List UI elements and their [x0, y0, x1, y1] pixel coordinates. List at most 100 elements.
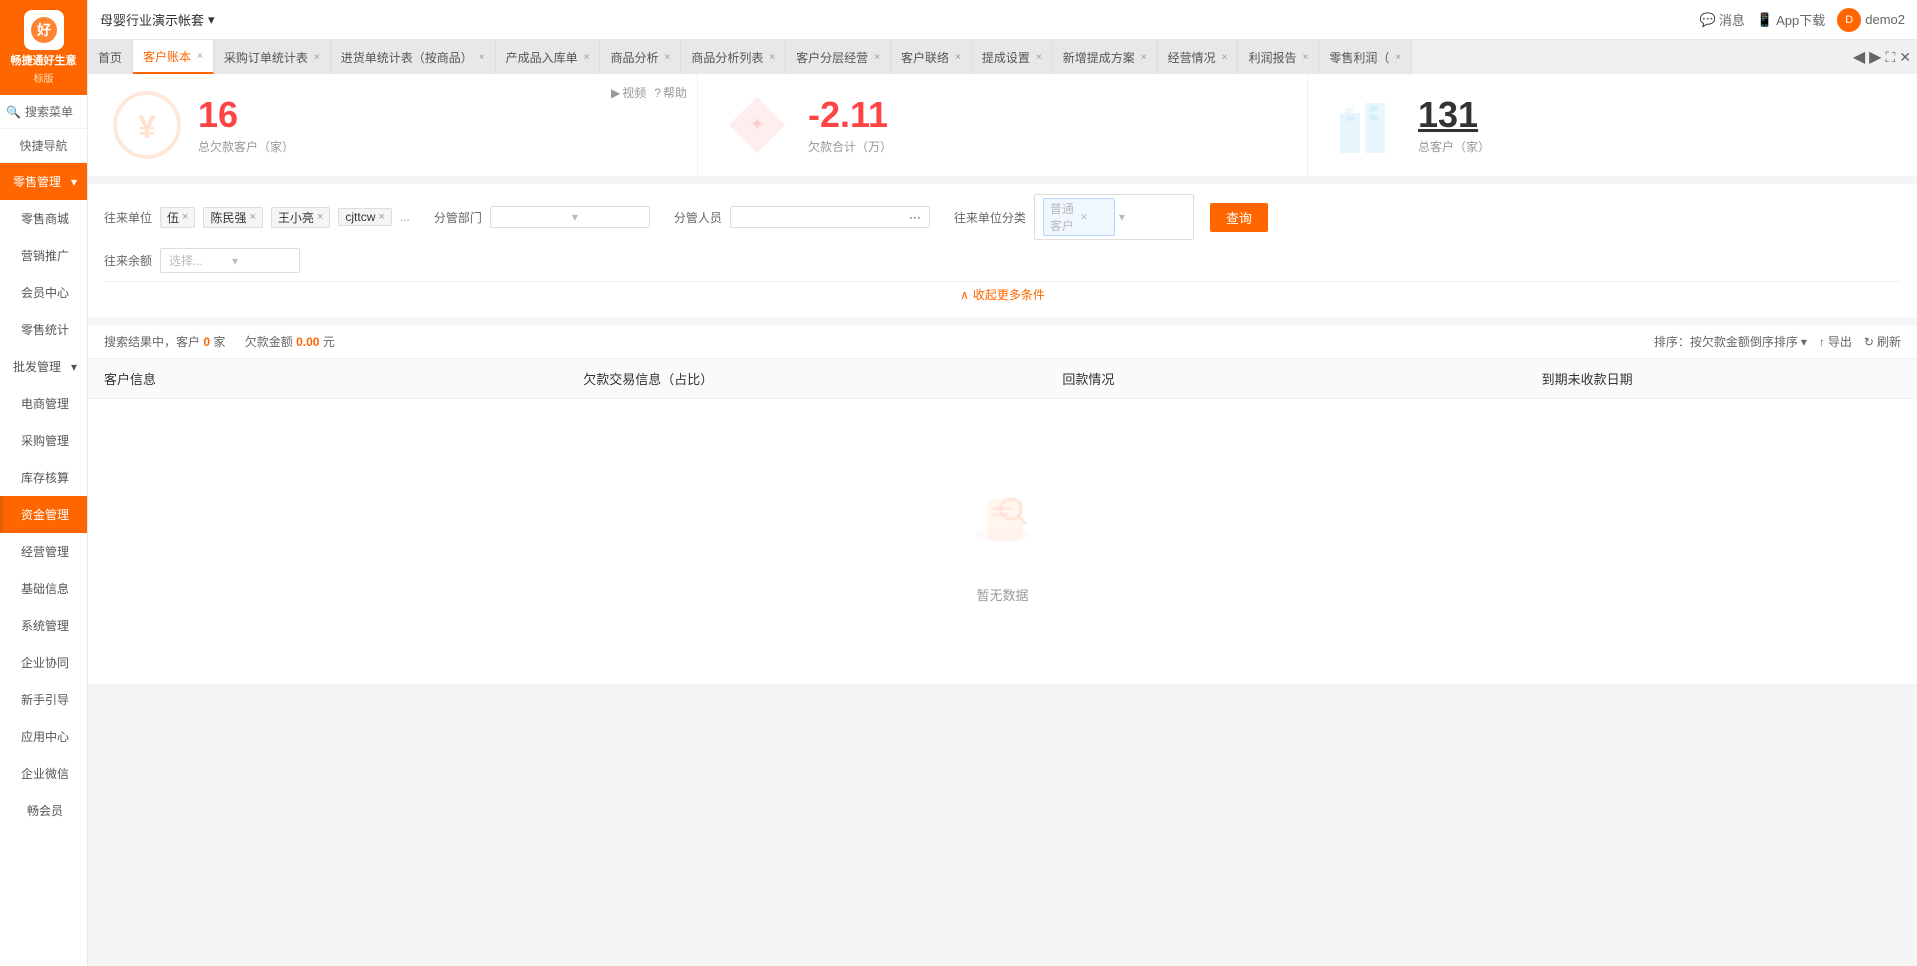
- logo-icon: 好: [30, 16, 58, 44]
- account-selector[interactable]: 母婴行业演示帐套 ▾: [100, 10, 215, 29]
- tab-promotion-settings[interactable]: 提成设置 ×: [972, 40, 1053, 74]
- remove-tag-chen[interactable]: ×: [249, 211, 255, 223]
- video-btn[interactable]: ▶ 视频: [611, 84, 646, 101]
- tabs-next-btn[interactable]: ▶: [1869, 47, 1881, 67]
- sort-select[interactable]: 排序：按欠款金额倒序排序 ▾: [1654, 333, 1807, 350]
- sidebar-item-purchase[interactable]: 采购管理: [0, 422, 87, 459]
- sidebar-item-member[interactable]: 会员中心: [0, 274, 87, 311]
- tab-customer-accounts[interactable]: 客户账本 ×: [133, 40, 214, 74]
- sidebar-item-enterprise[interactable]: 企业协同: [0, 644, 87, 681]
- filter-unitclass-label: 往来单位分类: [954, 209, 1026, 226]
- tab-business-status[interactable]: 经营情况 ×: [1158, 40, 1239, 74]
- message-btn[interactable]: 💬 消息: [1700, 10, 1745, 29]
- sidebar-item-vip[interactable]: 畅会员: [0, 792, 87, 829]
- tab-customer-contact[interactable]: 客户联络 ×: [891, 40, 972, 74]
- collapse-label: 收起更多条件: [973, 286, 1045, 303]
- remove-tag-normal[interactable]: ×: [1080, 210, 1108, 224]
- sidebar-item-system[interactable]: 系统管理: [0, 607, 87, 644]
- sidebar-item-marketing[interactable]: 营销推广: [0, 237, 87, 274]
- tab-label: 提成设置: [982, 49, 1030, 66]
- stat-value-total: 131: [1418, 95, 1893, 135]
- sidebar-item-newbie[interactable]: 新手引导: [0, 681, 87, 718]
- close-icon[interactable]: ×: [1036, 52, 1042, 63]
- filter-tag-normal-customer: 普通客户 ×: [1043, 198, 1115, 236]
- close-icon[interactable]: ×: [1302, 52, 1308, 63]
- close-icon[interactable]: ×: [314, 52, 320, 63]
- export-btn[interactable]: ↑ 导出: [1819, 333, 1852, 350]
- remove-tag-wang[interactable]: ×: [317, 211, 323, 223]
- video-icon: ▶: [611, 86, 620, 100]
- quick-nav-btn[interactable]: 快捷导航: [0, 129, 87, 163]
- more-icon: ···: [909, 210, 921, 224]
- sidebar-item-appcenter[interactable]: 应用中心: [0, 718, 87, 755]
- close-icon[interactable]: ×: [955, 52, 961, 63]
- sidebar-item-finance[interactable]: 资金管理: [0, 496, 87, 533]
- help-btn[interactable]: ? 帮助: [654, 84, 687, 101]
- tab-goods-analysis[interactable]: 商品分析 ×: [600, 40, 681, 74]
- stat-value-overdue: -2.11: [808, 95, 1283, 135]
- sidebar-item-retail-mall[interactable]: 零售商城: [0, 200, 87, 237]
- tab-retail-profit[interactable]: 零售利润（ ×: [1319, 40, 1412, 74]
- tab-product-instock[interactable]: 产成品入库单 ×: [496, 40, 601, 74]
- tab-home[interactable]: 首页: [88, 40, 133, 74]
- account-selector-label: 母婴行业演示帐套: [100, 10, 204, 29]
- tab-profit-report[interactable]: 利润报告 ×: [1238, 40, 1319, 74]
- refresh-btn[interactable]: ↻ 刷新: [1864, 333, 1901, 350]
- user-avatar[interactable]: D demo2: [1837, 8, 1905, 32]
- sidebar-item-operation[interactable]: 经营管理: [0, 533, 87, 570]
- filter-person-select[interactable]: ···: [730, 206, 930, 228]
- remove-tag-wu[interactable]: ×: [182, 211, 188, 223]
- filter-balance-select[interactable]: 选择... ▾: [160, 248, 300, 273]
- tab-purchase-order-stats[interactable]: 采购订单统计表 ×: [214, 40, 331, 74]
- close-icon[interactable]: ×: [874, 52, 880, 63]
- close-icon[interactable]: ×: [1141, 52, 1147, 63]
- sidebar-menu: 零售管理 ▾ 零售商城 营销推广 会员中心 零售统计 批发管理 ▾ 电商管理 采…: [0, 163, 87, 966]
- sidebar-item-label: 企业协同: [21, 654, 69, 671]
- filter-tag-wang: 王小亮 ×: [271, 207, 330, 228]
- tab-label: 客户联络: [901, 49, 949, 66]
- query-btn[interactable]: 查询: [1210, 203, 1268, 232]
- tabs-close-all-btn[interactable]: ✕: [1899, 49, 1911, 66]
- sidebar-item-basic[interactable]: 基础信息: [0, 570, 87, 607]
- stat-label-total: 总客户（家）: [1418, 138, 1893, 155]
- sidebar-item-label: 零售商城: [21, 210, 69, 227]
- table-empty: 暂无数据: [88, 399, 1917, 684]
- filter-more-btn[interactable]: ...: [400, 210, 410, 224]
- stat-card-overdue: ✦ -2.11 欠款合计（万）: [698, 74, 1308, 176]
- stat-label-overdue: 欠款合计（万）: [808, 138, 1283, 155]
- sort-label: 排序：按欠款金额倒序排序: [1654, 333, 1798, 350]
- filter-dept-select[interactable]: ▾: [490, 206, 650, 228]
- close-icon[interactable]: ×: [197, 51, 203, 62]
- close-icon[interactable]: ×: [479, 52, 485, 63]
- close-icon[interactable]: ×: [664, 52, 670, 63]
- search-menu-btn[interactable]: 🔍 搜索菜单: [0, 95, 87, 129]
- filter-unitclass-select[interactable]: 普通客户 × ▾: [1034, 194, 1194, 240]
- svg-text:¥: ¥: [138, 109, 156, 145]
- tab-new-promotion[interactable]: 新增提成方案 ×: [1053, 40, 1158, 74]
- close-icon[interactable]: ×: [769, 52, 775, 63]
- filter-balance-label: 往来余额: [104, 252, 152, 269]
- collapse-btn[interactable]: ∧ 收起更多条件: [104, 282, 1901, 307]
- empty-label: 暂无数据: [976, 585, 1028, 604]
- sidebar-item-ecommerce[interactable]: 电商管理: [0, 385, 87, 422]
- close-icon[interactable]: ×: [1395, 52, 1401, 63]
- quick-nav-label: 快捷导航: [19, 137, 67, 154]
- sidebar-item-label: 基础信息: [21, 580, 69, 597]
- close-icon[interactable]: ×: [1222, 52, 1228, 63]
- sidebar-item-retail-stats[interactable]: 零售统计: [0, 311, 87, 348]
- sidebar-item-wechat[interactable]: 企业微信: [0, 755, 87, 792]
- stat-video-help: ▶ 视频 ? 帮助: [611, 84, 687, 101]
- tabs-prev-btn[interactable]: ◀: [1853, 47, 1865, 67]
- app-download-btn[interactable]: 📱 App下载: [1757, 10, 1825, 29]
- sidebar-item-inventory[interactable]: 库存核算: [0, 459, 87, 496]
- remove-tag-cjttcw[interactable]: ×: [378, 211, 384, 223]
- sidebar-item-retail-mgmt[interactable]: 零售管理 ▾: [0, 163, 87, 200]
- sidebar-item-label: 应用中心: [21, 728, 69, 745]
- tab-customer-tiered[interactable]: 客户分层经营 ×: [786, 40, 891, 74]
- tab-incoming-stats[interactable]: 进货单统计表（按商品） ×: [331, 40, 496, 74]
- sidebar-item-wholesale[interactable]: 批发管理 ▾: [0, 348, 87, 385]
- stat-value-customers: 16: [198, 95, 673, 135]
- close-icon[interactable]: ×: [584, 52, 590, 63]
- tab-goods-list[interactable]: 商品分析列表 ×: [681, 40, 786, 74]
- tabs-maximize-btn[interactable]: ⛶: [1885, 49, 1895, 66]
